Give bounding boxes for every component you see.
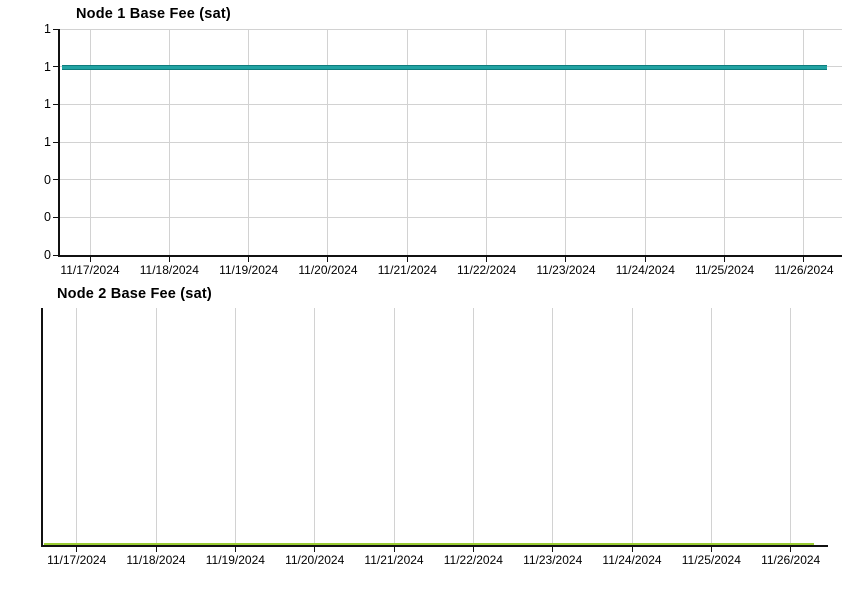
x-tick-label-node1: 11/18/2024: [139, 263, 199, 277]
y-tick-label-node1: 0: [44, 172, 51, 187]
x-tick-label-node2: 11/19/2024: [205, 553, 265, 567]
chart-title-node2: Node 2 Base Fee (sat): [57, 286, 212, 302]
chart-title-node1: Node 1 Base Fee (sat): [76, 6, 231, 22]
gridline-horizontal-node1: [60, 216, 842, 218]
x-tick-label-node2: 11/24/2024: [602, 553, 662, 567]
x-axis-line-node2: [41, 545, 828, 547]
x-tick-label-node2: 11/25/2024: [681, 553, 741, 567]
charts-panel: Node 1 Base Fee (sat) 11/17/2024 11/18/20…: [0, 0, 860, 600]
x-tick-label-node1: 11/22/2024: [457, 263, 517, 277]
x-tick-label-node2: 11/26/2024: [761, 553, 821, 567]
x-tick-label-node2: 11/20/2024: [285, 553, 345, 567]
x-tick-label-node1: 11/20/2024: [298, 263, 358, 277]
gridline-vertical-node2: [790, 308, 792, 545]
gridline-vertical-node2: [234, 308, 236, 545]
x-axis-line-node1: [58, 255, 842, 257]
x-tick-label-node2: 11/18/2024: [126, 553, 186, 567]
gridline-vertical-node2: [552, 308, 554, 545]
y-tick-label-node1: 1: [44, 97, 51, 112]
gridline-horizontal-node1: [60, 179, 842, 181]
gridline-horizontal-node1: [60, 28, 842, 30]
gridline-vertical-node2: [393, 308, 395, 545]
y-axis-line-node2: [41, 308, 43, 547]
gridline-vertical-node2: [472, 308, 474, 545]
x-tick-label-node1: 11/23/2024: [536, 263, 596, 277]
x-tick-label-node1: 11/21/2024: [377, 263, 437, 277]
series-line-node1: [62, 65, 827, 70]
x-tick-label-node1: 11/17/2024: [60, 263, 120, 277]
gridline-vertical-node2: [710, 308, 712, 545]
y-tick-label-node1: 1: [44, 135, 51, 149]
y-tick-label-node1: 0: [44, 210, 51, 225]
y-tick-label-node1: 1: [44, 22, 51, 36]
series-line-node2: [44, 542, 814, 545]
gridline-vertical-node2: [314, 308, 316, 545]
gridline-vertical-node2: [155, 308, 157, 545]
y-tick-label-node1: 1: [44, 59, 51, 74]
gridline-horizontal-node1: [60, 141, 842, 143]
x-tick-label-node2: 11/21/2024: [364, 553, 424, 567]
gridline-horizontal-node1: [60, 103, 842, 105]
y-tick-label-node1: 0: [44, 248, 51, 262]
x-tick-label-node1: 11/24/2024: [615, 263, 675, 277]
gridline-vertical-node2: [76, 308, 78, 545]
y-axis-line-node1: [58, 29, 60, 257]
x-tick-label-node1: 11/26/2024: [774, 263, 834, 277]
x-tick-label-node1: 11/19/2024: [219, 263, 279, 277]
x-tick-label-node2: 11/22/2024: [443, 553, 503, 567]
x-tick-label-node2: 11/23/2024: [523, 553, 583, 567]
x-tick-label-node2: 11/17/2024: [47, 553, 107, 567]
gridline-vertical-node2: [631, 308, 633, 545]
x-tick-label-node1: 11/25/2024: [695, 263, 755, 277]
